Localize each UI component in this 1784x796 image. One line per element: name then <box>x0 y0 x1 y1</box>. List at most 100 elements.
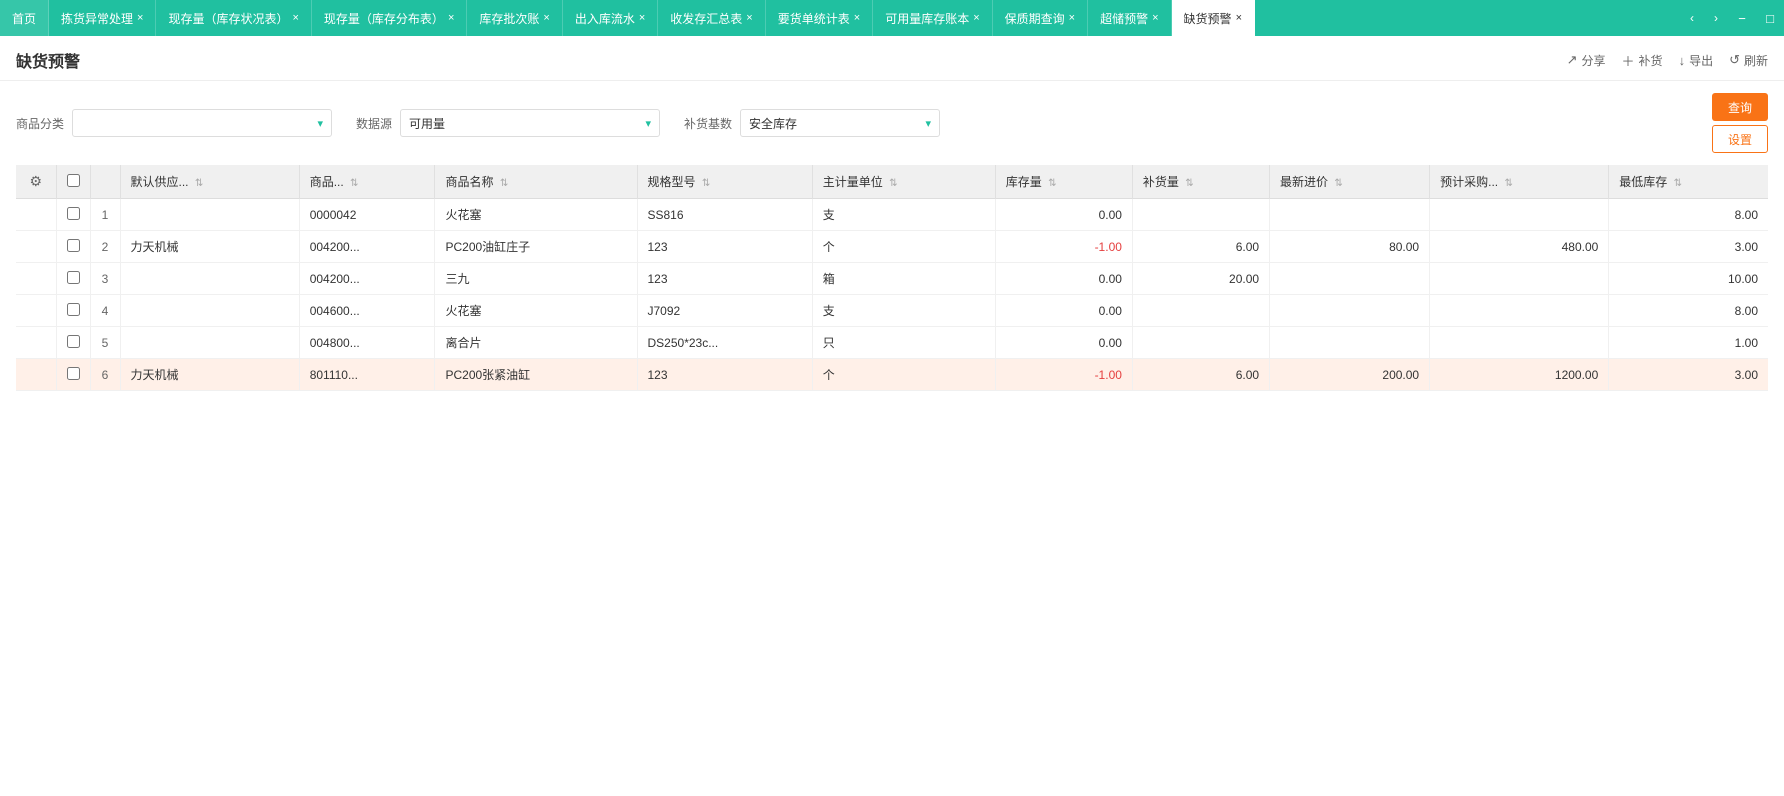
row-settings-cell <box>16 231 56 263</box>
unit-column-header[interactable]: 主计量单位 ⇅ <box>812 165 995 199</box>
row-number: 4 <box>90 295 120 327</box>
row-latest-price <box>1270 295 1430 327</box>
row-est-purchase <box>1430 295 1609 327</box>
settings-button[interactable]: 设置 <box>1712 125 1768 153</box>
settings-column-header[interactable]: ⚙ <box>16 165 56 199</box>
row-checkbox-cell[interactable] <box>56 295 90 327</box>
gear-icon[interactable]: ⚙ <box>29 173 42 189</box>
tab-close-icon[interactable]: × <box>973 13 979 24</box>
tab-close-icon[interactable]: × <box>448 13 454 24</box>
spec-label: 规格型号 <box>648 175 696 189</box>
min-stock-column-header[interactable]: 最低库存 ⇅ <box>1609 165 1768 199</box>
tab-label: 首页 <box>12 10 36 27</box>
replenish-button[interactable]: ＋ 补货 <box>1622 51 1663 70</box>
replenish-base-value: 安全库存 <box>749 115 797 132</box>
tab-close-icon[interactable]: × <box>137 13 143 24</box>
row-settings-cell <box>16 359 56 391</box>
tab-close-icon[interactable]: × <box>292 13 298 24</box>
row-checkbox[interactable] <box>67 303 80 316</box>
replenish-icon: ＋ <box>1622 51 1635 70</box>
row-checkbox-cell[interactable] <box>56 263 90 295</box>
row-checkbox[interactable] <box>67 367 80 380</box>
row-checkbox-cell[interactable] <box>56 359 90 391</box>
tab-close-icon[interactable]: × <box>1069 13 1075 24</box>
row-unit: 个 <box>812 231 995 263</box>
tab-item-inout-flow[interactable]: 出入库流水× <box>563 0 658 36</box>
replenish-base-select[interactable]: 安全库存 ▾ <box>740 109 940 137</box>
prev-tab-button[interactable]: ‹ <box>1680 0 1704 36</box>
default-supplier-sort-icon: ⇅ <box>195 178 203 189</box>
datasource-chevron-icon: ▾ <box>646 117 652 130</box>
row-stock: 0.00 <box>995 199 1132 231</box>
category-filter-group: 商品分类 ▾ <box>16 109 332 137</box>
tab-label: 缺货预警 <box>1184 10 1232 27</box>
next-tab-button[interactable]: › <box>1704 0 1728 36</box>
tab-label: 库存批次账 <box>479 10 539 27</box>
tab-item-home[interactable]: 首页 <box>0 0 49 36</box>
select-all-checkbox[interactable] <box>67 174 80 187</box>
row-number: 5 <box>90 327 120 359</box>
row-min-stock: 3.00 <box>1609 359 1768 391</box>
table-row: 4 004600... 火花塞 J7092 支 0.00 8.00 <box>16 295 1768 327</box>
row-checkbox[interactable] <box>67 239 80 252</box>
row-settings-cell <box>16 295 56 327</box>
tab-close-icon[interactable]: × <box>639 13 645 24</box>
category-select[interactable]: ▾ <box>72 109 332 137</box>
row-checkbox[interactable] <box>67 271 80 284</box>
refresh-button[interactable]: ↺ 刷新 <box>1729 52 1768 69</box>
replenish-qty-column-header[interactable]: 补货量 ⇅ <box>1132 165 1269 199</box>
tab-item-stock-dist[interactable]: 现存量（库存分布表）× <box>312 0 467 36</box>
row-supplier: 力天机械 <box>120 231 299 263</box>
row-number: 2 <box>90 231 120 263</box>
tab-item-collect-summary[interactable]: 收发存汇总表× <box>658 0 765 36</box>
checkbox-column-header[interactable] <box>56 165 90 199</box>
tab-close-icon[interactable]: × <box>854 13 860 24</box>
row-spec: J7092 <box>637 295 812 327</box>
tab-item-overstock[interactable]: 超储预警 × <box>1088 0 1171 36</box>
row-supplier: 力天机械 <box>120 359 299 391</box>
row-stock: 0.00 <box>995 327 1132 359</box>
tab-item-expiry-query[interactable]: 保质期查询× <box>993 0 1088 36</box>
tab-label: 超储预警 <box>1100 10 1148 27</box>
row-checkbox-cell[interactable] <box>56 231 90 263</box>
table-header-row: ⚙ 默认供应... ⇅ 商品... ⇅ 商品名称 <box>16 165 1768 199</box>
goods-name-column-header[interactable]: 商品名称 ⇅ <box>435 165 637 199</box>
goods-code-column-header[interactable]: 商品... ⇅ <box>299 165 435 199</box>
datasource-filter-group: 数据源 可用量 ▾ <box>356 109 660 137</box>
latest-price-column-header[interactable]: 最新进价 ⇅ <box>1270 165 1430 199</box>
close-all-button[interactable]: − <box>1728 0 1756 36</box>
refresh-icon: ↺ <box>1729 52 1740 68</box>
spec-column-header[interactable]: 规格型号 ⇅ <box>637 165 812 199</box>
row-checkbox-cell[interactable] <box>56 199 90 231</box>
page-container: 缺货预警 ↗ 分享 ＋ 补货 ↓ 导出 ↺ 刷新 商品分类 <box>0 36 1784 796</box>
unit-sort-icon: ⇅ <box>889 178 897 189</box>
datasource-select[interactable]: 可用量 ▾ <box>400 109 660 137</box>
row-checkbox-cell[interactable] <box>56 327 90 359</box>
row-latest-price: 200.00 <box>1270 359 1430 391</box>
data-table: ⚙ 默认供应... ⇅ 商品... ⇅ 商品名称 <box>16 165 1768 391</box>
row-min-stock: 8.00 <box>1609 199 1768 231</box>
row-goods-code: 0000042 <box>299 199 435 231</box>
tab-close-icon[interactable]: × <box>746 13 752 24</box>
default-supplier-column-header[interactable]: 默认供应... ⇅ <box>120 165 299 199</box>
tab-item-stock-status[interactable]: 现存量（库存状况表）× <box>156 0 311 36</box>
share-button[interactable]: ↗ 分享 <box>1567 52 1606 69</box>
tab-item-shortage[interactable]: 缺货预警 × <box>1172 0 1255 36</box>
query-button[interactable]: 查询 <box>1712 93 1768 121</box>
export-button[interactable]: ↓ 导出 <box>1679 52 1714 69</box>
tab-item-batch-account[interactable]: 库存批次账 × <box>467 0 562 36</box>
maximize-button[interactable]: □ <box>1756 0 1784 36</box>
row-checkbox[interactable] <box>67 207 80 220</box>
tab-item-avail-ledger[interactable]: 可用量库存账本× <box>873 0 992 36</box>
goods-code-label: 商品... <box>310 175 344 189</box>
tab-item-demand-stat[interactable]: 要货单统计表× <box>766 0 873 36</box>
row-goods-name: 离合片 <box>435 327 637 359</box>
tab-close-icon[interactable]: × <box>1236 13 1242 24</box>
tab-item-exception[interactable]: 拣货异常处理× <box>49 0 156 36</box>
tab-close-icon[interactable]: × <box>543 13 549 24</box>
min-stock-sort-icon: ⇅ <box>1674 178 1682 189</box>
tab-close-icon[interactable]: × <box>1152 13 1158 24</box>
row-checkbox[interactable] <box>67 335 80 348</box>
stock-column-header[interactable]: 库存量 ⇅ <box>995 165 1132 199</box>
est-purchase-column-header[interactable]: 预计采购... ⇅ <box>1430 165 1609 199</box>
